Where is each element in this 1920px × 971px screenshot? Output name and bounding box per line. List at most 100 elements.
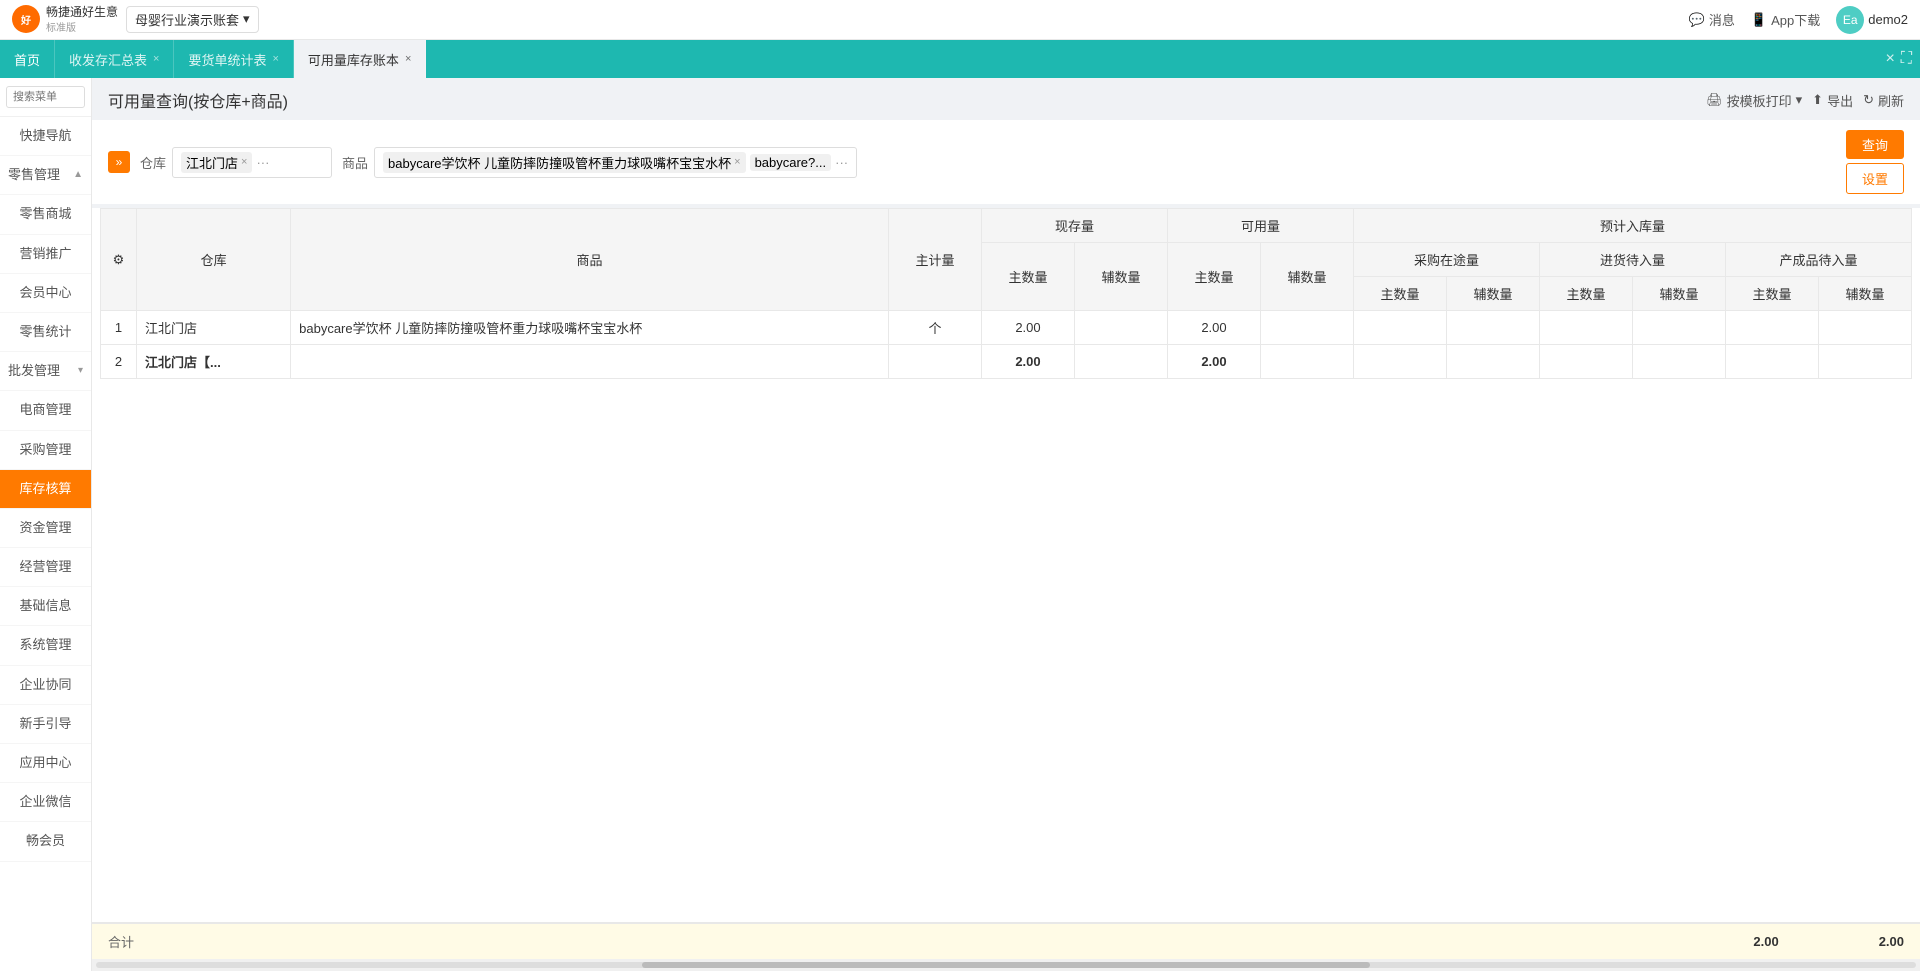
product-tag-2: babycare?... — [750, 154, 832, 171]
th-purchase-aux: 辅数量 — [1446, 277, 1539, 311]
scroll-track — [96, 962, 1916, 968]
sidebar-item-newbie[interactable]: 新手引导 — [0, 705, 91, 744]
sidebar-item-app-center[interactable]: 应用中心 — [0, 744, 91, 783]
cell-unit-2 — [888, 345, 981, 379]
main-layout: 快捷导航 零售管理 ▲ 零售商城 营销推广 会员中心 零售统计 批发管理 ▾ 电… — [0, 78, 1920, 971]
logo-badge: 标准版 — [46, 19, 118, 34]
th-warehouse: 仓库 — [137, 209, 291, 311]
settings-button[interactable]: 设置 — [1846, 163, 1904, 194]
search-input[interactable] — [6, 86, 85, 108]
cell-warehouse-2: 江北门店【... — [137, 345, 291, 379]
receive-summary-label: 收发存汇总表 — [69, 50, 147, 69]
sidebar-item-finance[interactable]: 资金管理 — [0, 509, 91, 548]
chevron-icon: ▲ — [73, 168, 83, 182]
chevron-down-icon-2: ▾ — [1796, 92, 1803, 108]
chevron-down-icon: ▾ — [243, 11, 250, 27]
th-available: 可用量 — [1167, 209, 1353, 243]
th-inbound-main: 主数量 — [1539, 277, 1632, 311]
page-title: 可用量查询(按仓库+商品) — [108, 88, 288, 112]
product-tag-1: babycare学饮杯 儿童防摔防撞吸管杯重力球吸嘴杯宝宝水杯 × — [383, 152, 746, 173]
fullscreen-btn[interactable]: ⛶ — [1901, 50, 1912, 68]
filter-area: » 仓库 江北门店 × ··· 商品 babycare学饮杯 儿童防摔防撞吸管杯… — [92, 120, 1920, 204]
sidebar-item-member[interactable]: 会员中心 — [0, 274, 91, 313]
sidebar-item-member2[interactable]: 畅会员 — [0, 822, 91, 861]
tab-receive-summary[interactable]: 收发存汇总表 × — [55, 40, 174, 78]
close-receive-summary-icon[interactable]: × — [153, 53, 159, 65]
chevron-icon-2: ▾ — [78, 364, 83, 378]
template-print-btn[interactable]: 🖨 按模板打印 ▾ — [1706, 91, 1802, 110]
th-current-stock: 现存量 — [981, 209, 1167, 243]
industry-selector[interactable]: 母婴行业演示账套 ▾ — [126, 6, 259, 33]
sidebar-item-operations[interactable]: 经营管理 — [0, 548, 91, 587]
print-icon: 🖨 — [1706, 92, 1723, 108]
tab-order-stats[interactable]: 要货单统计表 × — [174, 40, 293, 78]
sidebar-item-ecommerce[interactable]: 电商管理 — [0, 391, 91, 430]
sidebar-item-zero-stats[interactable]: 零售统计 — [0, 313, 91, 352]
tab-bar: 首页 收发存汇总表 × 要货单统计表 × 可用量库存账本 × × ⛶ — [0, 40, 1920, 78]
th-settings[interactable]: ⚙ — [101, 209, 137, 311]
th-unit: 主计量 — [888, 209, 981, 311]
available-inventory-label: 可用量库存账本 — [308, 50, 399, 69]
cell-stock-main: 2.00 — [981, 311, 1074, 345]
app-icon: 📱 — [1751, 12, 1767, 28]
export-btn[interactable]: ⬆ 导出 — [1812, 91, 1853, 110]
tab-home[interactable]: 首页 — [0, 40, 55, 78]
cell-unit: 个 — [888, 311, 981, 345]
logo-text: 畅捷通好生意 — [46, 5, 118, 19]
filter-more-2-icon: ··· — [835, 155, 848, 170]
sidebar: 快捷导航 零售管理 ▲ 零售商城 营销推广 会员中心 零售统计 批发管理 ▾ 电… — [0, 78, 92, 971]
th-stock-aux: 辅数量 — [1074, 243, 1167, 311]
cell-inbound-main-2 — [1539, 345, 1632, 379]
sidebar-item-inventory[interactable]: 库存核算 — [0, 470, 91, 509]
close-order-stats-icon[interactable]: × — [272, 53, 278, 65]
sidebar-item-wholesale[interactable]: 批发管理 ▾ — [0, 352, 91, 391]
cell-avail-aux-2 — [1260, 345, 1353, 379]
close-tab-btn[interactable]: × — [1885, 50, 1894, 68]
warehouse-label: 仓库 — [140, 153, 166, 172]
th-purchase-transit: 采购在途量 — [1353, 243, 1539, 277]
horizontal-scrollbar[interactable] — [92, 959, 1920, 971]
close-available-inventory-icon[interactable]: × — [405, 53, 411, 65]
th-planned-inbound: 预计入库量 — [1353, 209, 1911, 243]
app-download-btn[interactable]: 📱 App下载 — [1751, 10, 1820, 29]
sidebar-item-quick-nav[interactable]: 快捷导航 — [0, 117, 91, 156]
remove-product-tag1-icon[interactable]: × — [734, 156, 740, 168]
th-prod-main: 主数量 — [1725, 277, 1818, 311]
cell-prod-aux-2 — [1818, 345, 1911, 379]
sidebar-item-marketing[interactable]: 营销推广 — [0, 235, 91, 274]
th-inbound-pending: 进货待入量 — [1539, 243, 1725, 277]
tab-available-inventory[interactable]: 可用量库存账本 × — [294, 40, 426, 78]
cell-stock-aux-2 — [1074, 345, 1167, 379]
user-area[interactable]: Ea demo2 — [1836, 6, 1908, 34]
sidebar-item-purchase[interactable]: 采购管理 — [0, 431, 91, 470]
warehouse-input[interactable]: 江北门店 × ··· — [172, 147, 332, 178]
cell-avail-main-2: 2.00 — [1167, 345, 1260, 379]
tab-bar-controls: × ⛶ — [1877, 40, 1920, 78]
sidebar-search-area — [0, 78, 91, 117]
message-btn[interactable]: 💬 消息 — [1689, 10, 1735, 29]
sidebar-item-basics[interactable]: 基础信息 — [0, 587, 91, 626]
cell-row-num-2: 2 — [101, 345, 137, 379]
cell-purchase-main-2 — [1353, 345, 1446, 379]
sidebar-item-enterprise-wechat[interactable]: 企业微信 — [0, 783, 91, 822]
query-button[interactable]: 查询 — [1846, 130, 1904, 159]
remove-warehouse-tag-icon[interactable]: × — [241, 156, 247, 168]
expand-filter-btn[interactable]: » — [108, 151, 130, 173]
th-purchase-main: 主数量 — [1353, 277, 1446, 311]
sidebar-item-zero-mall[interactable]: 零售商城 — [0, 195, 91, 234]
cell-purchase-aux — [1446, 311, 1539, 345]
sidebar-item-enterprise[interactable]: 企业协同 — [0, 666, 91, 705]
th-prod-aux: 辅数量 — [1818, 277, 1911, 311]
product-label: 商品 — [342, 153, 368, 172]
scroll-thumb[interactable] — [642, 962, 1370, 968]
cell-product-2 — [291, 345, 889, 379]
cell-purchase-aux-2 — [1446, 345, 1539, 379]
cell-stock-aux — [1074, 311, 1167, 345]
refresh-btn[interactable]: ↻ 刷新 — [1863, 91, 1904, 110]
page-header: 可用量查询(按仓库+商品) 🖨 按模板打印 ▾ ⬆ 导出 ↻ 刷新 — [92, 78, 1920, 120]
sidebar-item-zero-sales[interactable]: 零售管理 ▲ — [0, 156, 91, 195]
product-input[interactable]: babycare学饮杯 儿童防摔防撞吸管杯重力球吸嘴杯宝宝水杯 × babyca… — [374, 147, 857, 178]
table-footer: 合计 2.00 2.00 — [92, 922, 1920, 959]
sidebar-item-system[interactable]: 系统管理 — [0, 626, 91, 665]
th-avail-aux: 辅数量 — [1260, 243, 1353, 311]
